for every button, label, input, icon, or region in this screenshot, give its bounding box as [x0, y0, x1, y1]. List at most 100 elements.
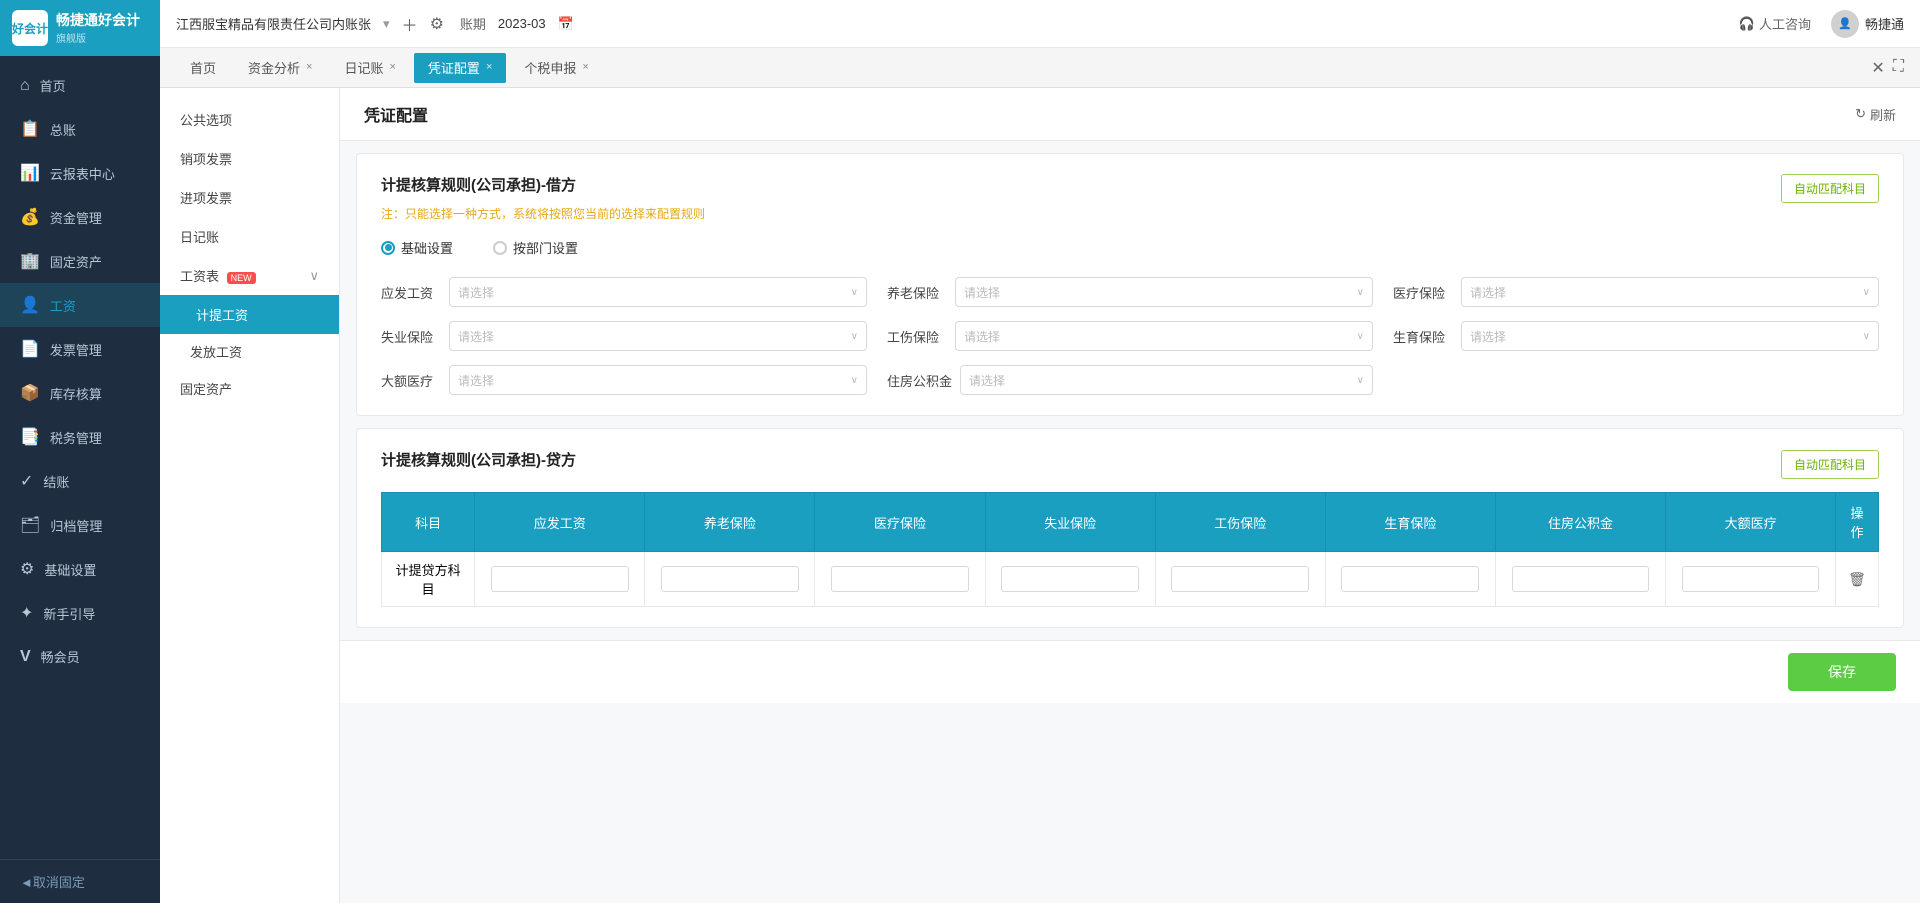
left-nav-public[interactable]: 公共选项	[160, 100, 339, 139]
field-medical-select[interactable]: 请选择 ∨	[1461, 277, 1879, 307]
refresh-button[interactable]: ↻ 刷新	[1855, 105, 1896, 124]
tab-home-label: 首页	[190, 58, 216, 77]
sidebar-item-basic[interactable]: ⚙ 基础设置	[0, 547, 160, 591]
tab-tax-close-icon[interactable]: ×	[582, 62, 588, 73]
sidebar-item-inventory[interactable]: 📦 库存核算	[0, 371, 160, 415]
credit-auto-match-button[interactable]: 自动匹配科目	[1781, 450, 1879, 479]
sidebar-item-label: 基础设置	[44, 560, 96, 579]
inventory-icon: 📦	[20, 383, 40, 403]
field-pension-select[interactable]: 请选择 ∨	[955, 277, 1373, 307]
credit-table: 科目 应发工资 养老保险 医疗保险 失业保险 工伤保险 生育保险 住房公积金 大…	[381, 492, 1879, 607]
debit-form-grid: 应发工资 请选择 ∨ 养老保险 请选择 ∨ 医疗	[381, 277, 1879, 395]
tab-diary[interactable]: 日记账 ×	[330, 53, 409, 83]
sidebar-footer-toggle[interactable]: ◄取消固定	[0, 859, 160, 903]
left-nav-pay[interactable]: 发放工资	[160, 334, 339, 369]
sidebar-item-close[interactable]: ✓ 结账	[0, 459, 160, 503]
guide-icon: ✦	[20, 603, 33, 623]
field-unemployment-label: 失业保险	[381, 327, 441, 346]
sidebar-item-label: 税务管理	[50, 428, 102, 447]
user-menu[interactable]: 👤 畅捷通	[1831, 10, 1904, 38]
tab-voucher-close-icon[interactable]: ×	[486, 62, 492, 73]
cell-housing	[1495, 552, 1665, 607]
sidebar-item-ledger[interactable]: 📋 总账	[0, 107, 160, 151]
input-housing[interactable]	[1512, 566, 1650, 592]
sidebar-item-archive[interactable]: 🗂 归档管理	[0, 503, 160, 547]
field-salary-select[interactable]: 请选择 ∨	[449, 277, 867, 307]
table-row: 计提贷方科目 🗑	[382, 552, 1879, 607]
sidebar-item-vip[interactable]: V 畅会员	[0, 635, 160, 678]
input-unemployment[interactable]	[1001, 566, 1139, 592]
save-bar: 保存	[340, 640, 1920, 703]
company-dropdown-icon[interactable]: ▾	[383, 16, 390, 32]
save-button[interactable]: 保存	[1788, 653, 1896, 691]
radio-basic[interactable]: 基础设置	[381, 238, 453, 257]
cell-medical	[815, 552, 985, 607]
service-button[interactable]: 🎧 人工咨询	[1739, 14, 1811, 33]
field-housing-fund-label: 住房公积金	[887, 371, 952, 390]
radio-dept[interactable]: 按部门设置	[493, 238, 578, 257]
tab-funds-close-icon[interactable]: ×	[306, 62, 312, 73]
left-nav-diary[interactable]: 日记账	[160, 217, 339, 256]
chevron-down-icon: ∨	[851, 375, 858, 386]
tab-funds[interactable]: 资金分析 ×	[234, 53, 326, 83]
tab-voucher-label: 凭证配置	[428, 58, 480, 77]
calendar-icon[interactable]: 📅	[558, 16, 574, 32]
input-injury[interactable]	[1171, 566, 1309, 592]
sidebar-item-salary[interactable]: 👤 工资	[0, 283, 160, 327]
settings-icon[interactable]: ⚙	[430, 14, 444, 34]
field-major-medical-select[interactable]: 请选择 ∨	[449, 365, 867, 395]
sidebar-item-funds[interactable]: 💰 资金管理	[0, 195, 160, 239]
page-header: 凭证配置 ↻ 刷新	[340, 88, 1920, 141]
input-medical[interactable]	[831, 566, 969, 592]
left-nav-sales-invoice[interactable]: 销项发票	[160, 139, 339, 178]
delete-row-icon[interactable]: 🗑	[1848, 571, 1866, 587]
input-birth[interactable]	[1341, 566, 1479, 592]
tab-home[interactable]: 首页	[176, 53, 230, 83]
radio-dept-label: 按部门设置	[513, 238, 578, 257]
field-birth-select[interactable]: 请选择 ∨	[1461, 321, 1879, 351]
field-birth: 生育保险 请选择 ∨	[1393, 321, 1879, 351]
sidebar-item-invoice-mgmt[interactable]: 📄 发票管理	[0, 327, 160, 371]
field-injury-select[interactable]: 请选择 ∨	[955, 321, 1373, 351]
tab-tax[interactable]: 个税申报 ×	[510, 53, 602, 83]
sidebar-item-label: 发票管理	[50, 340, 102, 359]
chevron-down-icon: ∨	[309, 268, 319, 284]
input-salary[interactable]	[491, 566, 629, 592]
tab-diary-close-icon[interactable]: ×	[389, 62, 395, 73]
col-subject: 科目	[382, 493, 475, 552]
col-medical: 医疗保险	[815, 493, 985, 552]
sidebar-item-assets[interactable]: 🏢 固定资产	[0, 239, 160, 283]
expand-icon[interactable]: ⛶	[1893, 58, 1904, 78]
tab-voucher[interactable]: 凭证配置 ×	[414, 53, 506, 83]
sidebar-item-home[interactable]: ⌂ 首页	[0, 64, 160, 107]
close-tab-icon[interactable]: ✕	[1871, 58, 1884, 78]
ledger-icon: 📋	[20, 119, 40, 139]
input-major-medical[interactable]	[1682, 566, 1820, 592]
sidebar-item-guide[interactable]: ✦ 新手引导	[0, 591, 160, 635]
debit-auto-match-button[interactable]: 自动匹配科目	[1781, 174, 1879, 203]
field-housing-fund-select[interactable]: 请选择 ∨	[960, 365, 1373, 395]
invoice-mgmt-icon: 📄	[20, 339, 40, 359]
col-salary: 应发工资	[475, 493, 645, 552]
username: 畅捷通	[1865, 14, 1904, 33]
field-unemployment-select[interactable]: 请选择 ∨	[449, 321, 867, 351]
col-major-medical: 大额医疗	[1666, 493, 1836, 552]
debit-notice: 注：只能选择一种方式，系统将按照您当前的选择来配置规则	[381, 205, 705, 222]
add-company-button[interactable]: ＋	[402, 12, 418, 36]
sidebar-item-reports[interactable]: 📊 云报表中心	[0, 151, 160, 195]
avatar: 👤	[1831, 10, 1859, 38]
company-name: 江西服宝精品有限责任公司内账张	[176, 14, 371, 33]
left-nav-accrual[interactable]: 计提工资	[160, 295, 339, 334]
col-housing: 住房公积金	[1495, 493, 1665, 552]
input-pension[interactable]	[661, 566, 799, 592]
left-nav-purchase-invoice[interactable]: 进项发票	[160, 178, 339, 217]
page-title: 凭证配置	[364, 102, 428, 126]
right-main: 凭证配置 ↻ 刷新 计提核算规则(公司承担)-借方 注：只能选择一种方式，系统将…	[340, 88, 1920, 903]
field-major-medical: 大额医疗 请选择 ∨	[381, 365, 867, 395]
sidebar-item-tax[interactable]: 📑 税务管理	[0, 415, 160, 459]
left-nav-salary-table[interactable]: 工资表 NEW ∨	[160, 256, 339, 295]
logo-icon: 好会计	[12, 10, 48, 46]
period-label: 账期	[460, 14, 486, 33]
chevron-down-icon: ∨	[1863, 331, 1870, 342]
left-nav-fixed-assets[interactable]: 固定资产	[160, 369, 339, 408]
